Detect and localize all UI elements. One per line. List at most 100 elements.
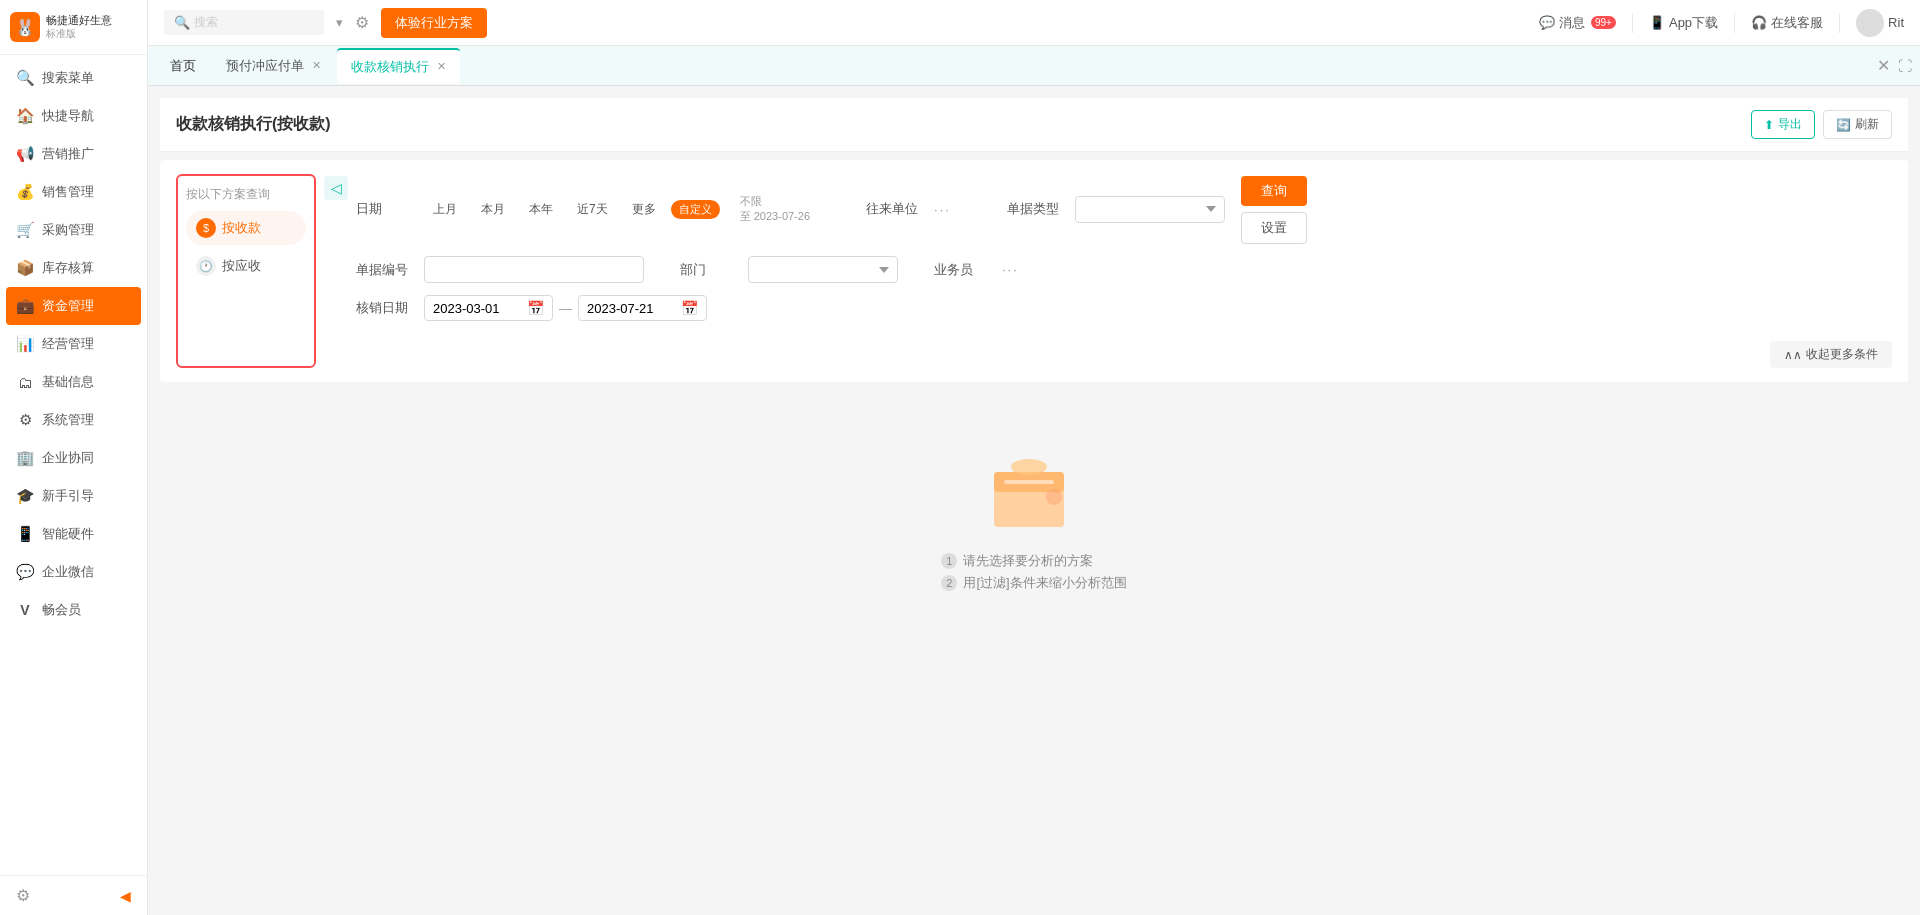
svg-rect-2 [1004, 480, 1054, 484]
empty-hints: 请先选择要分析的方案 用[过滤]条件来缩小分析范围 [941, 552, 1126, 596]
query-option-by-receivable[interactable]: 🕐 按应收 [186, 249, 306, 283]
sidebar-item-basics[interactable]: 🗂 基础信息 [0, 363, 147, 401]
sidebar-item-label: 智能硬件 [42, 525, 94, 543]
verify-date-end-wrap: 📅 [578, 295, 707, 321]
online-service-button[interactable]: 🎧 在线客服 [1751, 14, 1823, 32]
search-icon: 🔍 [16, 69, 34, 87]
export-icon: ⬆ [1764, 118, 1774, 132]
sidebar-item-guide[interactable]: 🎓 新手引导 [0, 477, 147, 515]
sidebar-item-search[interactable]: 🔍 搜索菜单 [0, 59, 147, 97]
refresh-button[interactable]: 🔄 刷新 [1823, 110, 1892, 139]
date-last-month[interactable]: 上月 [424, 197, 466, 222]
notification-button[interactable]: 💬 消息 99+ [1539, 14, 1616, 32]
date-this-month[interactable]: 本月 [472, 197, 514, 222]
empty-hint-1: 请先选择要分析的方案 [941, 552, 1126, 570]
sidebar-menu: 🔍 搜索菜单 🏠 快捷导航 📢 营销推广 💰 销售管理 🛒 采购管理 📦 库存核… [0, 55, 147, 875]
empty-illustration [974, 442, 1094, 542]
tab-home[interactable]: 首页 [156, 48, 210, 84]
app-download-button[interactable]: 📱 App下载 [1649, 14, 1718, 32]
settings-button[interactable]: 设置 [1241, 212, 1307, 244]
export-button[interactable]: ⬆ 导出 [1751, 110, 1815, 139]
logo-icon: 🐰 [10, 12, 40, 42]
app-download-label: App下载 [1669, 14, 1718, 32]
receipt-icon: $ [196, 218, 216, 238]
online-service-label: 在线客服 [1771, 14, 1823, 32]
date-custom-tag[interactable]: 自定义 [671, 200, 720, 219]
voucher-type-select[interactable] [1075, 196, 1225, 223]
tab-collection-close[interactable]: ✕ [437, 60, 446, 73]
purchase-icon: 🛒 [16, 221, 34, 239]
date-7days[interactable]: 近7天 [568, 197, 617, 222]
sidebar-item-wechat[interactable]: 💬 企业微信 [0, 553, 147, 591]
empty-hint-2: 用[过滤]条件来缩小分析范围 [941, 574, 1126, 592]
collapse-more-area: ∧∧ 收起更多条件 [356, 333, 1892, 368]
topbar-dropdown-icon[interactable]: ▾ [336, 15, 343, 30]
date-this-year[interactable]: 本年 [520, 197, 562, 222]
sidebar-item-sales[interactable]: 💰 销售管理 [0, 173, 147, 211]
guide-icon: 🎓 [16, 487, 34, 505]
sidebar-item-label: 企业协同 [42, 449, 94, 467]
avatar [1856, 9, 1884, 37]
sidebar-item-vip[interactable]: V 畅会员 [0, 591, 147, 629]
user-name: Rit [1888, 15, 1904, 30]
collapse-more-button[interactable]: ∧∧ 收起更多条件 [1770, 341, 1892, 368]
counterpart-input[interactable]: ··· [934, 202, 951, 217]
tab-prepay[interactable]: 预付冲应付单 ✕ [212, 48, 335, 84]
voucher-type-label: 单据类型 [1007, 200, 1059, 218]
vip-icon: V [16, 602, 34, 618]
empty-state: 请先选择要分析的方案 用[过滤]条件来缩小分析范围 [160, 442, 1908, 596]
voucher-no-input[interactable] [424, 256, 644, 283]
tab-collection[interactable]: 收款核销执行 ✕ [337, 48, 460, 84]
verify-date-end-input[interactable] [587, 301, 677, 316]
content-area: 收款核销执行(按收款) ⬆ 导出 🔄 刷新 按以下方案查询 $ [148, 86, 1920, 915]
filter-right: 日期 上月 本月 本年 近7天 更多 自定义 不限 至 2023-07-26 往… [356, 174, 1892, 368]
topbar-right: 💬 消息 99+ 📱 App下载 🎧 在线客服 Rit [1539, 9, 1904, 37]
sidebar-item-purchase[interactable]: 🛒 采购管理 [0, 211, 147, 249]
sidebar-item-marketing[interactable]: 📢 营销推广 [0, 135, 147, 173]
tab-home-label: 首页 [170, 57, 196, 75]
page-actions: ⬆ 导出 🔄 刷新 [1751, 110, 1892, 139]
sidebar-item-label: 营销推广 [42, 145, 94, 163]
operations-icon: 📊 [16, 335, 34, 353]
sidebar-item-label: 采购管理 [42, 221, 94, 239]
filter-collapse-button[interactable]: ◁ [324, 176, 348, 200]
staff-input[interactable]: ··· [1002, 262, 1019, 277]
verify-date-start-input[interactable] [433, 301, 523, 316]
filter-row-1: 日期 上月 本月 本年 近7天 更多 自定义 不限 至 2023-07-26 往… [356, 174, 1892, 244]
tab-close-icon[interactable]: ✕ [1877, 56, 1890, 75]
topbar-search-icon: 🔍 [174, 15, 190, 30]
tab-expand-icon[interactable]: ⛶ [1898, 58, 1912, 74]
tab-prepay-close[interactable]: ✕ [312, 59, 321, 72]
sidebar-item-label: 新手引导 [42, 487, 94, 505]
sidebar-collapse-icon[interactable]: ◀ [120, 888, 131, 904]
topbar-search-box[interactable]: 🔍 搜索 [164, 10, 324, 35]
tabbar: 首页 预付冲应付单 ✕ 收款核销执行 ✕ ✕ ⛶ [148, 46, 1920, 86]
date-more[interactable]: 更多 [623, 197, 665, 222]
sidebar-item-finance[interactable]: 💼 资金管理 [6, 287, 141, 325]
tabbar-actions: ✕ ⛶ [1877, 56, 1912, 75]
sidebar-item-operations[interactable]: 📊 经营管理 [0, 325, 147, 363]
voucher-no-label: 单据编号 [356, 261, 408, 279]
query-button[interactable]: 查询 [1241, 176, 1307, 206]
date-no-limit-info: 不限 至 2023-07-26 [740, 194, 810, 224]
industry-solution-button[interactable]: 体验行业方案 [381, 8, 487, 38]
svg-point-3 [1011, 459, 1047, 475]
sidebar-item-quick-nav[interactable]: 🏠 快捷导航 [0, 97, 147, 135]
query-option-by-receipt[interactable]: $ 按收款 [186, 211, 306, 245]
department-select[interactable] [748, 256, 898, 283]
calendar-end-icon[interactable]: 📅 [681, 300, 698, 316]
sidebar-item-enterprise[interactable]: 🏢 企业协同 [0, 439, 147, 477]
user-avatar-button[interactable]: Rit [1856, 9, 1904, 37]
query-panel-title: 按以下方案查询 [186, 186, 306, 203]
filter-row-2: 单据编号 部门 业务员 ··· [356, 256, 1892, 283]
sidebar-item-label: 畅会员 [42, 601, 81, 619]
sidebar-settings-icon[interactable]: ⚙ [16, 886, 30, 905]
calendar-start-icon[interactable]: 📅 [527, 300, 544, 316]
sidebar-item-smart-hw[interactable]: 📱 智能硬件 [0, 515, 147, 553]
filter-row-3: 核销日期 📅 — 📅 [356, 295, 1892, 321]
sidebar-item-system[interactable]: ⚙ 系统管理 [0, 401, 147, 439]
divider3 [1839, 13, 1840, 33]
sidebar-item-inventory[interactable]: 📦 库存核算 [0, 249, 147, 287]
topbar-gear-icon[interactable]: ⚙ [355, 13, 369, 32]
system-icon: ⚙ [16, 411, 34, 429]
